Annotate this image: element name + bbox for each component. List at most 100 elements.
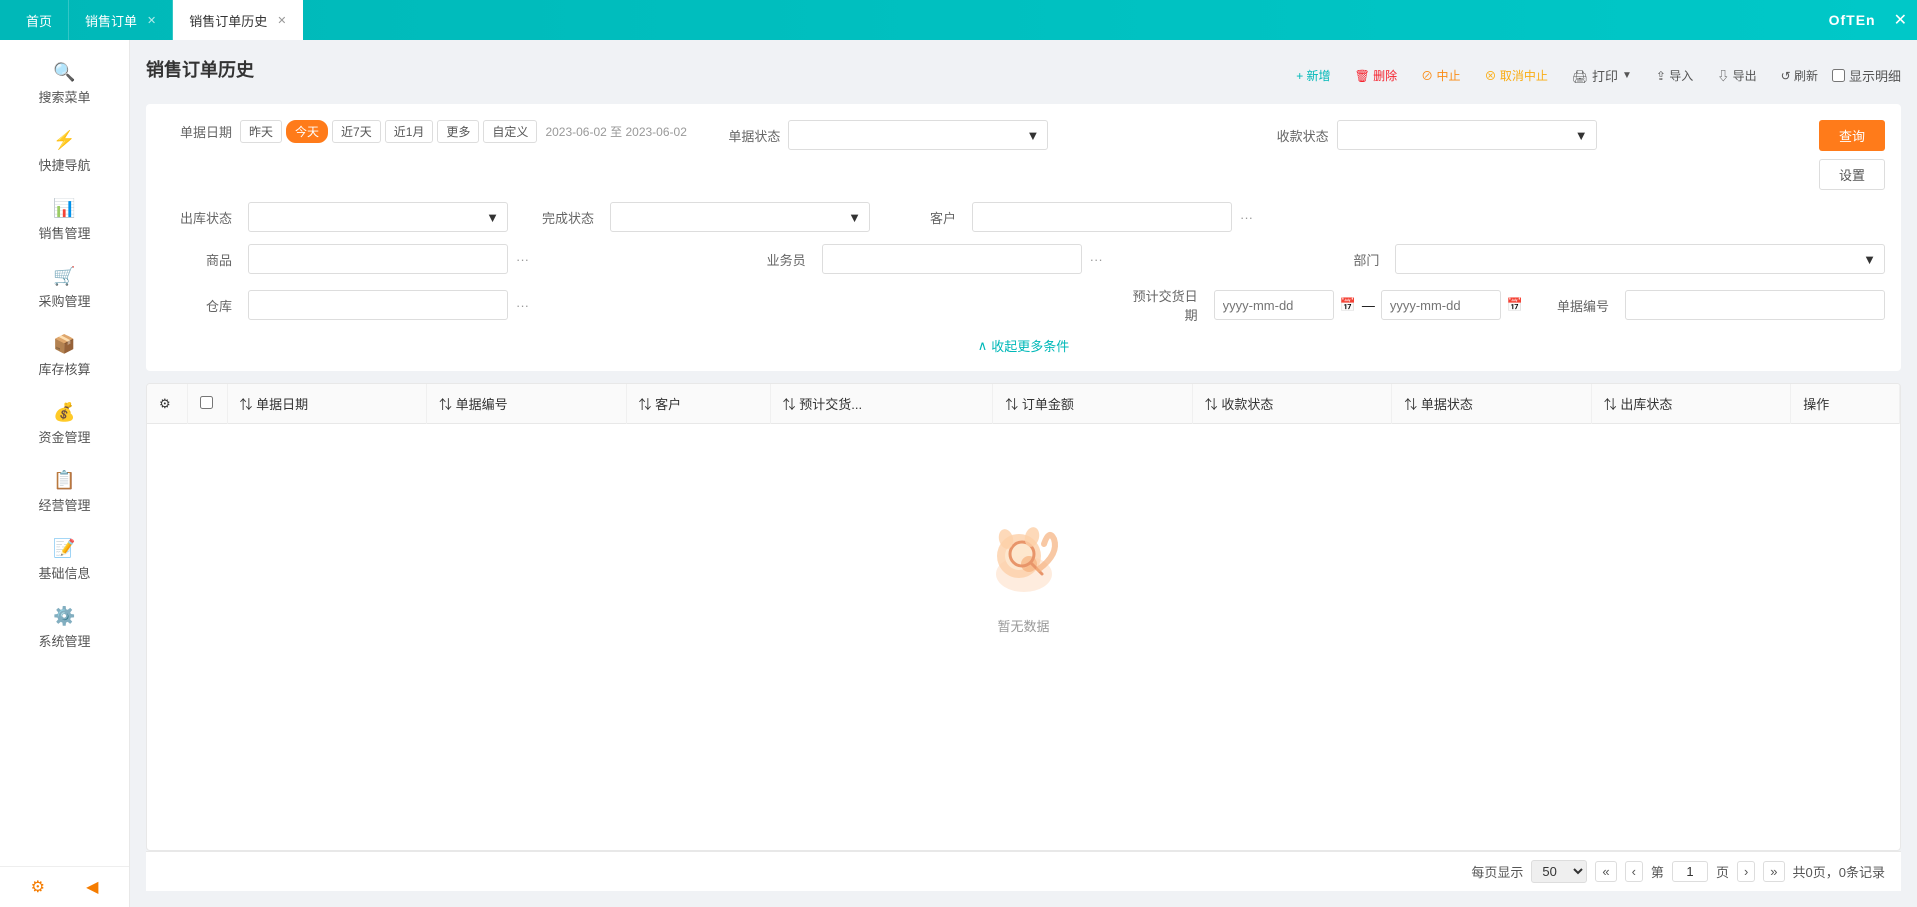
calendar-end-icon[interactable]: 📅 <box>1507 297 1523 313</box>
complete-status-dropdown-icon: ▼ <box>848 210 861 225</box>
col-date[interactable]: ⇅ 单据日期 <box>227 384 427 424</box>
sidebar-settings-icon[interactable]: ⚙ <box>31 877 45 897</box>
table-container: ⚙ ⇅ 单据日期 ⇅ 单据编号 ⇅ 客户 ⇅ 预计交货... ⇅ 订单金额 ⇅ … <box>146 383 1901 851</box>
order-no-label: 单据编号 <box>1539 296 1609 315</box>
tab-sales-order-history[interactable]: 销售订单历史 ✕ <box>173 0 303 40</box>
select-all-checkbox[interactable] <box>200 396 213 409</box>
quick-nav-icon: ⚡ <box>53 130 75 151</box>
goods-input[interactable] <box>248 244 508 274</box>
sidebar-item-sales-label: 销售管理 <box>38 223 90 242</box>
filter-row-2: 出库状态 ▼ 完成状态 ▼ 客户 ··· <box>162 202 1885 232</box>
filter-row-4: 仓库 ··· 预计交货日期 📅 — 📅 单据编号 <box>162 286 1885 324</box>
first-page-button[interactable]: « <box>1595 861 1616 882</box>
export-button[interactable]: ⇩ 导出 <box>1707 63 1766 88</box>
print-dropdown-icon: ▼ <box>1622 70 1632 81</box>
salesman-ellipsis[interactable]: ··· <box>1086 252 1107 267</box>
last-page-button[interactable]: » <box>1763 861 1784 882</box>
page-label: 第 <box>1651 862 1664 881</box>
ship-status-label: 出库状态 <box>162 208 232 227</box>
collapse-row[interactable]: ∧ 收起更多条件 <box>162 336 1885 355</box>
sidebar-item-inventory-label: 库存核算 <box>38 359 90 378</box>
sidebar-item-operation[interactable]: 📋 经营管理 <box>0 458 129 526</box>
next-page-button[interactable]: › <box>1737 861 1755 882</box>
col-order-status-label: 单据状态 <box>1421 397 1473 412</box>
tab-home[interactable]: 首页 <box>10 0 69 40</box>
col-date-label: 单据日期 <box>256 397 308 412</box>
tab-sales-order-close[interactable]: ✕ <box>147 14 156 27</box>
col-expected-date-label: 预计交货... <box>799 397 862 412</box>
department-select[interactable]: ▼ <box>1395 244 1885 274</box>
show-cols-checkbox[interactable] <box>1832 69 1845 82</box>
date-yesterday[interactable]: 昨天 <box>240 120 282 143</box>
order-status-select[interactable]: ▼ <box>788 120 1048 150</box>
tab-sales-order[interactable]: 销售订单 ✕ <box>69 0 173 40</box>
ship-status-select[interactable]: ▼ <box>248 202 508 232</box>
sidebar-item-purchase-label: 采购管理 <box>38 291 90 310</box>
customer-input[interactable] <box>972 202 1232 232</box>
delete-button[interactable]: 🗑 删除 <box>1345 63 1408 88</box>
col-checkbox[interactable] <box>187 384 227 424</box>
col-order-status[interactable]: ⇅ 单据状态 <box>1392 384 1592 424</box>
date-more[interactable]: 更多 <box>437 120 479 143</box>
table-footer: 每页显示 20 50 100 « ‹ 第 页 › » 共0页，0条记录 <box>146 851 1901 891</box>
sidebar-item-inventory[interactable]: 📦 库存核算 <box>0 322 129 390</box>
tab-sales-order-label: 销售订单 <box>85 11 137 30</box>
col-amount[interactable]: ⇅ 订单金额 <box>993 384 1193 424</box>
sidebar-item-base-info[interactable]: 📝 基础信息 <box>0 526 129 594</box>
sidebar-item-base-info-label: 基础信息 <box>38 563 90 582</box>
prev-page-button[interactable]: ‹ <box>1625 861 1643 882</box>
sidebar-item-purchase[interactable]: 🛒 采购管理 <box>0 254 129 322</box>
order-no-input[interactable] <box>1625 290 1885 320</box>
main-layout: 🔍 搜索菜单 ⚡ 快捷导航 📊 销售管理 🛒 采购管理 📦 库存核算 💰 资金管… <box>0 40 1917 907</box>
date-today[interactable]: 今天 <box>286 120 328 143</box>
warehouse-input[interactable] <box>248 290 508 320</box>
show-cols-toggle[interactable]: 显示明细 <box>1832 66 1901 85</box>
col-ship-status[interactable]: ⇅ 出库状态 <box>1591 384 1791 424</box>
empty-text: 暂无数据 <box>997 616 1049 635</box>
sidebar-item-sales[interactable]: 📊 销售管理 <box>0 186 129 254</box>
goods-ellipsis[interactable]: ··· <box>512 252 533 267</box>
col-expected-date[interactable]: ⇅ 预计交货... <box>770 384 993 424</box>
date-7days[interactable]: 近7天 <box>332 120 381 143</box>
complete-status-select[interactable]: ▼ <box>610 202 870 232</box>
payment-status-dropdown-icon: ▼ <box>1575 128 1588 143</box>
stop-button[interactable]: ⊘ 中止 <box>1411 63 1470 88</box>
cancel-stop-button[interactable]: ⊗ 取消中止 <box>1474 63 1557 88</box>
payment-status-select[interactable]: ▼ <box>1337 120 1597 150</box>
date-range-text: 2023-06-02 至 2023-06-02 <box>545 123 686 140</box>
date-quick-buttons: 昨天 今天 近7天 近1月 更多 自定义 <box>240 120 537 143</box>
show-cols-label-text: 显示明细 <box>1849 66 1901 85</box>
sidebar-collapse-icon[interactable]: ◀ <box>86 877 98 897</box>
tab-list: 首页 销售订单 ✕ 销售订单历史 ✕ <box>10 0 1829 40</box>
sidebar-item-system[interactable]: ⚙️ 系统管理 <box>0 594 129 662</box>
col-payment-status-label: 收款状态 <box>1221 397 1273 412</box>
sidebar-item-system-label: 系统管理 <box>38 631 90 650</box>
sidebar-item-finance[interactable]: 💰 资金管理 <box>0 390 129 458</box>
warehouse-ellipsis[interactable]: ··· <box>512 298 533 313</box>
sidebar-item-search[interactable]: 🔍 搜索菜单 <box>0 50 129 118</box>
expected-date-end[interactable] <box>1381 290 1501 320</box>
page-size-select[interactable]: 20 50 100 <box>1531 860 1587 883</box>
add-button[interactable]: + 新增 <box>1286 63 1340 88</box>
query-button[interactable]: 查询 <box>1819 120 1885 151</box>
calendar-start-icon[interactable]: 📅 <box>1340 297 1356 313</box>
customer-ellipsis[interactable]: ··· <box>1236 210 1257 225</box>
date-custom[interactable]: 自定义 <box>483 120 537 143</box>
col-action-label: 操作 <box>1803 397 1829 412</box>
sidebar-item-quick-nav[interactable]: ⚡ 快捷导航 <box>0 118 129 186</box>
expected-date-start[interactable] <box>1214 290 1334 320</box>
import-button[interactable]: ⇪ 导入 <box>1646 63 1703 88</box>
col-order-no[interactable]: ⇅ 单据编号 <box>427 384 627 424</box>
filter-row-3: 商品 ··· 业务员 ··· 部门 ▼ <box>162 244 1885 274</box>
date-1month[interactable]: 近1月 <box>385 120 434 143</box>
print-button[interactable]: 🖨 打印 ▼ <box>1562 62 1642 89</box>
refresh-button[interactable]: ↺ 刷新 <box>1771 63 1828 88</box>
col-payment-status[interactable]: ⇅ 收款状态 <box>1192 384 1392 424</box>
salesman-input[interactable] <box>822 244 1082 274</box>
tab-sales-order-history-close[interactable]: ✕ <box>277 14 286 27</box>
settings-button[interactable]: 设置 <box>1819 159 1885 190</box>
topbar-close-icon[interactable]: ✕ <box>1894 10 1907 30</box>
page-number-input[interactable] <box>1672 861 1708 882</box>
col-customer[interactable]: ⇅ 客户 <box>626 384 770 424</box>
col-settings[interactable]: ⚙ <box>147 384 187 424</box>
